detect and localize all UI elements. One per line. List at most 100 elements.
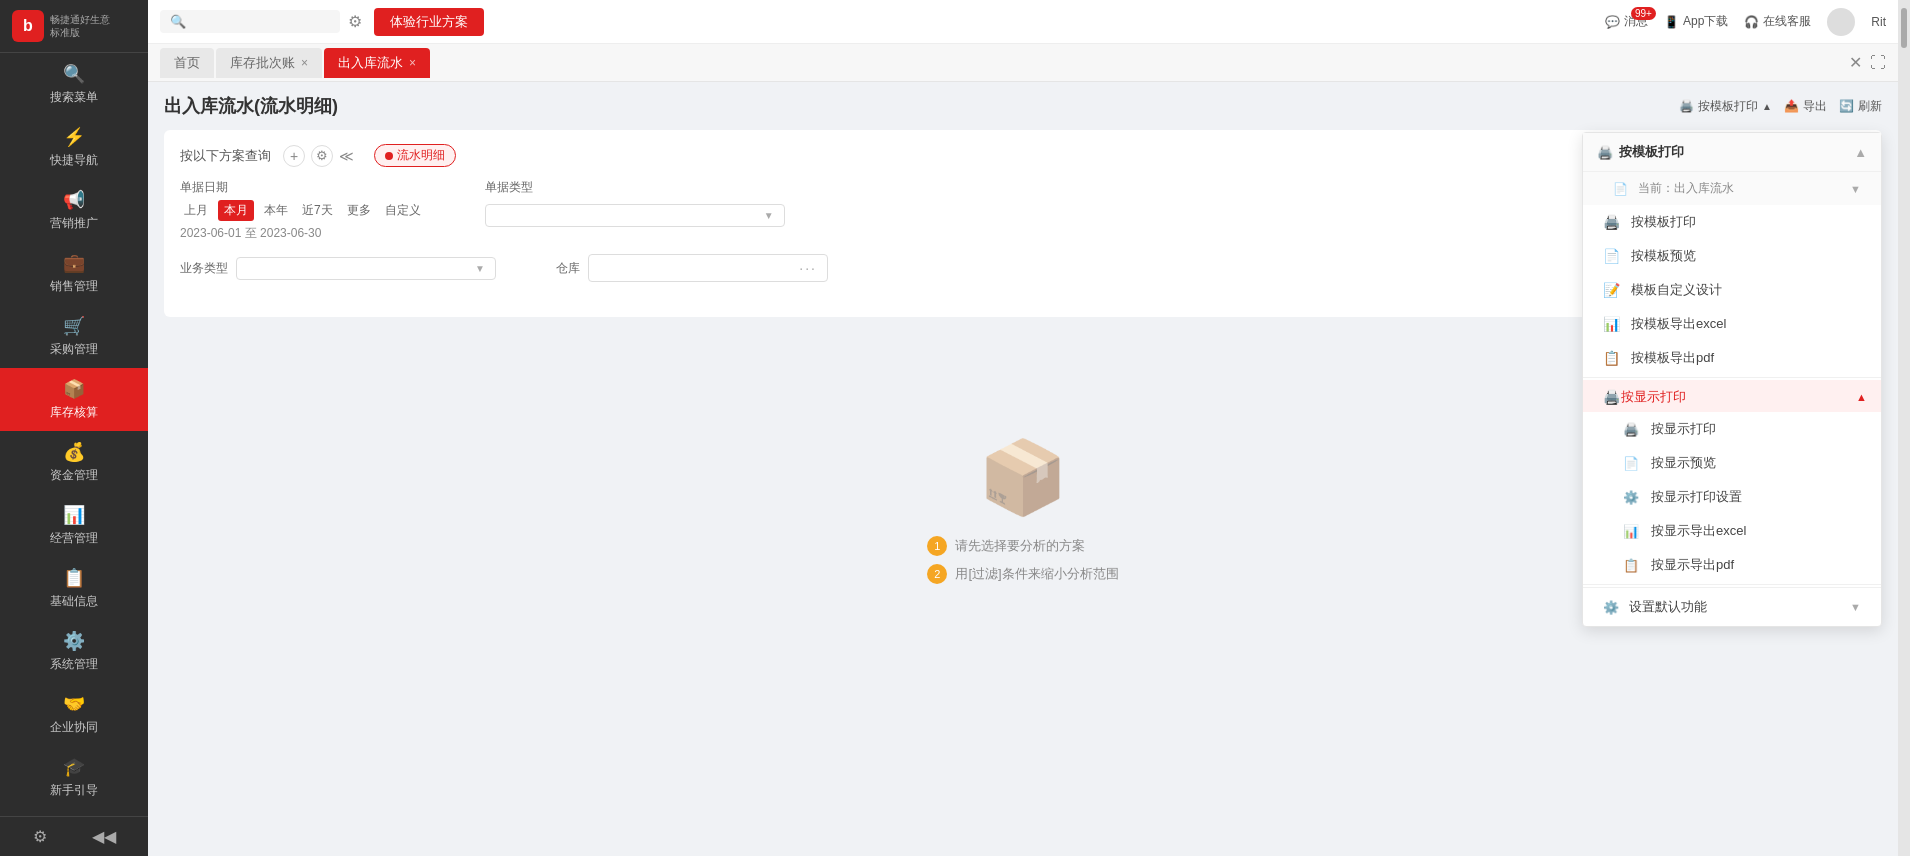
sidebar: b 畅捷通好生意 标准版 🔍 搜索菜单 ⚡ 快捷导航 📢 营销推广 💼 销 — [0, 0, 148, 856]
warehouse-input[interactable]: ··· — [588, 254, 828, 282]
maximize-window-icon[interactable]: ⛶ — [1870, 54, 1886, 72]
filter-settings-button[interactable]: ⚙ — [311, 145, 333, 167]
guide-icon: 🎓 — [63, 756, 85, 778]
sidebar-item-guide[interactable]: 🎓 新手引导 — [0, 746, 148, 809]
dropdown-current-item[interactable]: 📄 当前：出入库流水 ▼ — [1583, 172, 1881, 205]
finance-icon: 💰 — [63, 441, 85, 463]
tab-close-flow[interactable]: × — [409, 56, 416, 70]
current-arrow-icon: ▼ — [1850, 183, 1861, 195]
online-service-button[interactable]: 🎧 在线客服 — [1744, 13, 1811, 30]
filter-add-button[interactable]: + — [283, 145, 305, 167]
settings-icon-2: ⚙️ — [1623, 490, 1641, 505]
gear-icon[interactable]: ⚙ — [348, 12, 362, 31]
scroll-thumb[interactable] — [1901, 8, 1907, 48]
dropdown-template-preview[interactable]: 📄 按模板预览 — [1583, 239, 1881, 273]
chevron-up-icon: ▲ — [1762, 101, 1772, 112]
sidebar-item-search[interactable]: 🔍 搜索菜单 — [0, 53, 148, 116]
tab-bar: 首页 库存批次账 × 出入库流水 × ✕ ⛶ — [148, 44, 1898, 82]
refresh-icon: 🔄 — [1839, 99, 1854, 113]
sidebar-item-label: 基础信息 — [50, 593, 98, 610]
messages-button[interactable]: 💬 消息 99+ — [1605, 13, 1648, 30]
biz-type-select[interactable]: ▼ — [236, 257, 496, 280]
filter-collapse-icon[interactable]: ≪ — [339, 148, 354, 164]
tab-home[interactable]: 首页 — [160, 48, 214, 78]
sidebar-item-quicknav[interactable]: ⚡ 快捷导航 — [0, 116, 148, 179]
tab-close-batch[interactable]: × — [301, 56, 308, 70]
sidebar-item-inventory[interactable]: 📦 库存核算 — [0, 368, 148, 431]
sidebar-item-sales[interactable]: 💼 销售管理 — [0, 242, 148, 305]
message-badge: 99+ — [1631, 7, 1656, 20]
empty-hint-1: 1 请先选择要分析的方案 — [927, 536, 1118, 556]
sidebar-item-label: 企业协同 — [50, 719, 98, 736]
dropdown-display-section-header[interactable]: 🖨️ 按显示打印 ▲ — [1583, 380, 1881, 412]
date-tab-this-month[interactable]: 本月 — [218, 200, 254, 221]
sidebar-item-apps[interactable]: 🔲 应用中心 — [0, 809, 148, 816]
sidebar-item-label: 搜索菜单 — [50, 89, 98, 106]
print-dropdown-panel: 🖨️ 按模板打印 ▲ 📄 当前：出入库流水 ▼ 🖨️ 按模板打印 — [1582, 132, 1882, 627]
tab-batch[interactable]: 库存批次账 × — [216, 48, 322, 78]
sidebar-item-finance[interactable]: 💰 资金管理 — [0, 431, 148, 494]
date-tab-custom[interactable]: 自定义 — [381, 200, 425, 221]
search-box[interactable]: 🔍 — [160, 10, 340, 33]
right-scrollbar[interactable] — [1898, 0, 1910, 856]
dropdown-display-preview[interactable]: 📄 按显示预览 — [1583, 446, 1881, 480]
date-tab-this-year[interactable]: 本年 — [260, 200, 292, 221]
dropdown-template-custom[interactable]: 📝 模板自定义设计 — [1583, 273, 1881, 307]
chevron-down-icon-2: ▼ — [475, 263, 485, 274]
date-tab-last-month[interactable]: 上月 — [180, 200, 212, 221]
pdf-icon-2: 📋 — [1623, 558, 1641, 573]
sidebar-logo: b 畅捷通好生意 标准版 — [0, 0, 148, 53]
basic-icon: 📋 — [63, 567, 85, 589]
printer-icon-1: 🖨️ — [1603, 214, 1621, 230]
system-icon: ⚙️ — [63, 630, 85, 652]
tab-flow[interactable]: 出入库流水 × — [324, 48, 430, 78]
date-tab-more[interactable]: 更多 — [343, 200, 375, 221]
doc-type-select[interactable]: ▼ — [485, 204, 785, 227]
excel-icon-2: 📊 — [1623, 524, 1641, 539]
marketing-icon: 📢 — [63, 189, 85, 211]
avatar[interactable] — [1827, 8, 1855, 36]
top-bar: 🔍 ⚙ 体验行业方案 💬 消息 99+ 📱 App下载 🎧 在线客服 — [148, 0, 1898, 44]
dropdown-footer-item[interactable]: ⚙️ 设置默认功能 ▼ — [1583, 587, 1881, 626]
dropdown-display-export-pdf[interactable]: 📋 按显示导出pdf — [1583, 548, 1881, 582]
sidebar-item-operations[interactable]: 📊 经营管理 — [0, 494, 148, 557]
dropdown-template-print[interactable]: 🖨️ 按模板打印 — [1583, 205, 1881, 239]
flow-tag-dot — [385, 152, 393, 160]
dropdown-display-export-excel[interactable]: 📊 按显示导出excel — [1583, 514, 1881, 548]
sidebar-item-label: 经营管理 — [50, 530, 98, 547]
trial-button[interactable]: 体验行业方案 — [374, 8, 484, 36]
sidebar-item-purchase[interactable]: 🛒 采购管理 — [0, 305, 148, 368]
hint-num-2: 2 — [927, 564, 947, 584]
filter-warehouse: 仓库 ··· — [556, 254, 828, 282]
flow-tag: 流水明细 — [374, 144, 456, 167]
dropdown-template-export-pdf[interactable]: 📋 按模板导出pdf — [1583, 341, 1881, 375]
chevron-down-icon: ▼ — [764, 210, 774, 221]
dropdown-display-print[interactable]: 🖨️ 按显示打印 — [1583, 412, 1881, 446]
sidebar-item-marketing[interactable]: 📢 营销推广 — [0, 179, 148, 242]
warehouse-more-icon: ··· — [799, 260, 817, 276]
dropdown-collapse-icon[interactable]: ▲ — [1854, 145, 1867, 160]
date-tab-7days[interactable]: 近7天 — [298, 200, 337, 221]
doc-type-label: 单据类型 — [485, 179, 785, 196]
username-label: Rit — [1871, 15, 1886, 29]
sidebar-item-label: 系统管理 — [50, 656, 98, 673]
settings-bottom-icon[interactable]: ⚙ — [33, 827, 47, 846]
export-button[interactable]: 📤 导出 — [1784, 98, 1827, 115]
inventory-icon: 📦 — [63, 378, 85, 400]
sidebar-item-cooperation[interactable]: 🤝 企业协同 — [0, 683, 148, 746]
app-download-button[interactable]: 📱 App下载 — [1664, 13, 1728, 30]
dropdown-display-print-settings[interactable]: ⚙️ 按显示打印设置 — [1583, 480, 1881, 514]
filter-label: 按以下方案查询 — [180, 147, 271, 165]
close-window-icon[interactable]: ✕ — [1849, 53, 1862, 72]
tab-label: 首页 — [174, 54, 200, 72]
search-input[interactable] — [192, 15, 312, 29]
empty-hint-2: 2 用[过滤]条件来缩小分析范围 — [927, 564, 1118, 584]
print-template-button[interactable]: 🖨️ 按模板打印 ▲ — [1679, 98, 1772, 115]
page-content: 出入库流水(流水明细) 🖨️ 按模板打印 ▲ 📤 导出 🔄 刷新 — [148, 82, 1898, 856]
collapse-sidebar-icon[interactable]: ◀◀ — [92, 827, 116, 846]
sidebar-item-basic[interactable]: 📋 基础信息 — [0, 557, 148, 620]
sidebar-item-system[interactable]: ⚙️ 系统管理 — [0, 620, 148, 683]
page-title: 出入库流水(流水明细) — [164, 94, 338, 118]
refresh-button[interactable]: 🔄 刷新 — [1839, 98, 1882, 115]
dropdown-template-export-excel[interactable]: 📊 按模板导出excel — [1583, 307, 1881, 341]
